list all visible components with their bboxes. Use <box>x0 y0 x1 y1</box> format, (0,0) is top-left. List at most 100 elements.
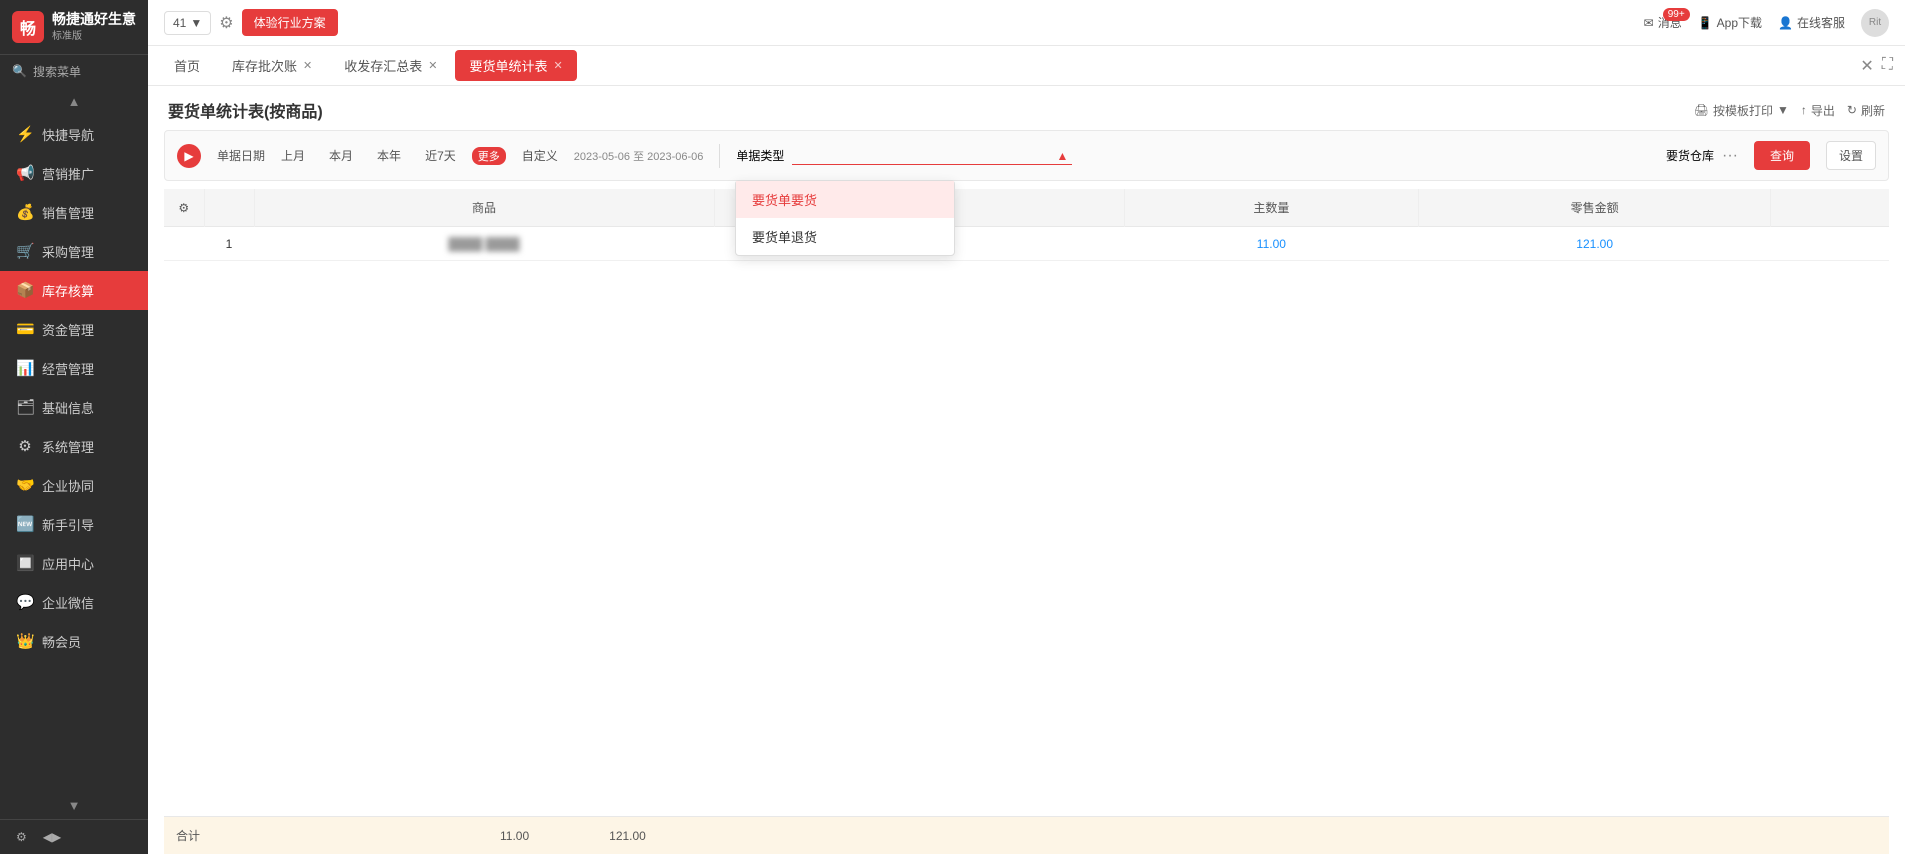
tab-order-summary[interactable]: 要货单统计表 ✕ <box>455 50 576 81</box>
print-label: 按模板打印 <box>1713 102 1773 119</box>
sidebar-item-purchase[interactable]: 🛒采购管理 <box>0 232 148 271</box>
tab-expand-icon[interactable]: ⛶ <box>1882 56 1893 76</box>
sidebar-label-enterprise: 企业协同 <box>42 476 94 495</box>
print-action[interactable]: 🖨 按模板打印 ▼ <box>1694 102 1789 119</box>
app-download[interactable]: 📱 App下载 <box>1698 14 1762 31</box>
tab-close-inventory-batch[interactable]: ✕ <box>303 59 312 72</box>
sidebar-nav: ⚡快捷导航📢营销推广💰销售管理🛒采购管理📦库存核算💳资金管理 📊 经营管理 🗂基础信息… <box>0 115 148 792</box>
tab-label-order-summary: 要货单统计表 <box>469 56 547 75</box>
sidebar-label-operations: 经营管理 <box>42 359 94 378</box>
table-container: ⚙ 商品 主计量单位 主数量 零售金额 1 ████ ████ 块 11.00 … <box>164 189 1889 816</box>
online-service[interactable]: 👤 在线客服 <box>1778 14 1845 31</box>
cell-settings-0 <box>164 227 204 261</box>
warehouse-filter-group: 要货仓库 ··· <box>1666 147 1738 165</box>
user-avatar[interactable]: Rit <box>1861 9 1889 37</box>
refresh-icon: ↻ <box>1847 103 1857 117</box>
date-option-this-month[interactable]: 本月 <box>321 144 361 167</box>
sidebar-item-system[interactable]: ⚙系统管理 <box>0 427 148 466</box>
export-action[interactable]: ↑ 导出 <box>1801 102 1835 119</box>
tabs-bar: 首页库存批次账 ✕ 收发存汇总表 ✕ 要货单统计表 ✕ ✕ ⛶ <box>148 46 1905 86</box>
tab-close-all-icon[interactable]: ✕ <box>1860 56 1873 76</box>
table-header: ⚙ 商品 主计量单位 主数量 零售金额 <box>164 189 1889 227</box>
date-more-badge[interactable]: 更多 <box>472 147 506 165</box>
tab-label-inventory-batch: 库存批次账 <box>232 56 297 75</box>
table-row: 1 ████ ████ 块 11.00 121.00 <box>164 227 1889 261</box>
message-icon: ✉ <box>1644 16 1654 30</box>
sidebar-scroll-up-btn[interactable]: ▲ <box>0 88 148 115</box>
date-custom[interactable]: 自定义 <box>514 144 566 167</box>
sidebar-item-finance[interactable]: 💳资金管理 <box>0 310 148 349</box>
store-selector[interactable]: 41 ▼ <box>164 11 211 35</box>
sidebar-item-member[interactable]: 👑 畅会员 <box>0 622 148 661</box>
date-option-last-month[interactable]: 上月 <box>273 144 313 167</box>
th-quantity: 主数量 <box>1124 189 1418 227</box>
th-settings[interactable]: ⚙ <box>164 189 204 227</box>
tab-close-order-summary[interactable]: ✕ <box>554 59 563 72</box>
export-label: 导出 <box>1811 102 1835 119</box>
collapse-icon[interactable]: ◀▶ <box>43 830 61 844</box>
cell-goods-0: ████ ████ <box>254 227 714 261</box>
sidebar-label-sales: 销售管理 <box>42 203 94 222</box>
settings-icon[interactable]: ⚙ <box>16 830 27 844</box>
date-option-last-7-days[interactable]: 近7天 <box>417 144 464 167</box>
sidebar: 畅 畅捷通好生意 标准版 🔍 搜索菜单 ▲ ⚡快捷导航📢营销推广💰销售管理🛒采购… <box>0 0 148 854</box>
footer-quantity: 11.00 <box>240 829 529 843</box>
sidebar-item-app-center[interactable]: 🔲 应用中心 <box>0 544 148 583</box>
online-service-label: 在线客服 <box>1797 14 1845 31</box>
dropdown-item-order-goods[interactable]: 要货单要货 <box>736 181 954 218</box>
logo-text: 畅捷通好生意 标准版 <box>52 10 136 44</box>
sidebar-item-operations[interactable]: 📊 经营管理 <box>0 349 148 388</box>
warehouse-filter-more-icon[interactable]: ··· <box>1722 147 1738 165</box>
tab-home[interactable]: 首页 <box>160 50 214 81</box>
dropdown-item-order-return[interactable]: 要货单退货 <box>736 218 954 255</box>
store-number: 41 <box>173 16 186 30</box>
sidebar-search[interactable]: 🔍 搜索菜单 <box>0 55 148 88</box>
query-button[interactable]: 查询 <box>1754 141 1810 170</box>
filter-expand-button[interactable]: ▶ <box>177 144 201 168</box>
table-body: 1 ████ ████ 块 11.00 121.00 <box>164 227 1889 261</box>
table-header-row: ⚙ 商品 主计量单位 主数量 零售金额 <box>164 189 1889 227</box>
messages-badge[interactable]: ✉ 消息 99+ <box>1644 14 1682 31</box>
cell-quantity-0[interactable]: 11.00 <box>1124 227 1418 261</box>
logo-icon: 畅 <box>12 11 44 43</box>
sidebar-label-member: 畅会员 <box>42 632 81 651</box>
tab-close-receive-summary[interactable]: ✕ <box>428 59 437 72</box>
sidebar-scroll-down-btn[interactable]: ▼ <box>0 792 148 819</box>
sidebar-label-system: 系统管理 <box>42 437 94 456</box>
topbar-gear-icon[interactable]: ⚙ <box>219 13 233 33</box>
tab-receive-summary[interactable]: 收发存汇总表 ✕ <box>330 50 451 81</box>
sidebar-item-guide[interactable]: 🆕新手引导 <box>0 505 148 544</box>
sidebar-search-label: 搜索菜单 <box>33 63 81 80</box>
page-header: 要货单统计表(按商品) 🖨 按模板打印 ▼ ↑ 导出 ↻ 刷新 <box>148 86 1905 130</box>
app-download-label: App下载 <box>1717 14 1762 31</box>
th-index <box>204 189 254 227</box>
tab-label-receive-summary: 收发存汇总表 <box>344 56 422 75</box>
sidebar-label-app-center: 应用中心 <box>42 554 94 573</box>
footer-amount: 121.00 <box>569 829 646 843</box>
sidebar-item-sales[interactable]: 💰销售管理 <box>0 193 148 232</box>
messages-count: 99+ <box>1663 8 1690 21</box>
type-filter-input[interactable] <box>792 146 1072 165</box>
type-filter-arrow-icon[interactable]: ▲ <box>1057 149 1069 163</box>
cell-amount-0[interactable]: 121.00 <box>1419 227 1771 261</box>
promo-button[interactable]: 体验行业方案 <box>242 9 338 36</box>
sidebar-item-inventory[interactable]: 📦库存核算 <box>0 271 148 310</box>
content-area: 要货单统计表(按商品) 🖨 按模板打印 ▼ ↑ 导出 ↻ 刷新 ▶ <box>148 86 1905 854</box>
sidebar-item-quick-nav[interactable]: ⚡快捷导航 <box>0 115 148 154</box>
topbar: 41 ▼ ⚙ 体验行业方案 ✉ 消息 99+ 📱 App下载 👤 在线客服 Ri… <box>148 0 1905 46</box>
sidebar-item-wechat[interactable]: 💬企业微信 <box>0 583 148 622</box>
sidebar-item-marketing[interactable]: 📢营销推广 <box>0 154 148 193</box>
date-option-this-year[interactable]: 本年 <box>369 144 409 167</box>
cell-extra-0 <box>1771 227 1889 261</box>
sidebar-item-enterprise[interactable]: 🤝企业协同 <box>0 466 148 505</box>
refresh-action[interactable]: ↻ 刷新 <box>1847 102 1885 119</box>
sidebar-icon-app-center: 🔲 <box>16 554 34 572</box>
tab-inventory-batch[interactable]: 库存批次账 ✕ <box>218 50 326 81</box>
sidebar-logo: 畅 畅捷通好生意 标准版 <box>0 0 148 55</box>
sidebar-icon-member: 👑 <box>16 632 34 650</box>
sidebar-item-basic-info[interactable]: 🗂基础信息 <box>0 388 148 427</box>
sidebar-icon-operations: 📊 <box>16 359 34 377</box>
search-icon: 🔍 <box>12 64 27 78</box>
date-filter-group: 单据日期 上月 本月 本年 近7天 更多 自定义 2023-05-06 至 20… <box>217 144 703 167</box>
setting-button[interactable]: 设置 <box>1826 141 1876 170</box>
